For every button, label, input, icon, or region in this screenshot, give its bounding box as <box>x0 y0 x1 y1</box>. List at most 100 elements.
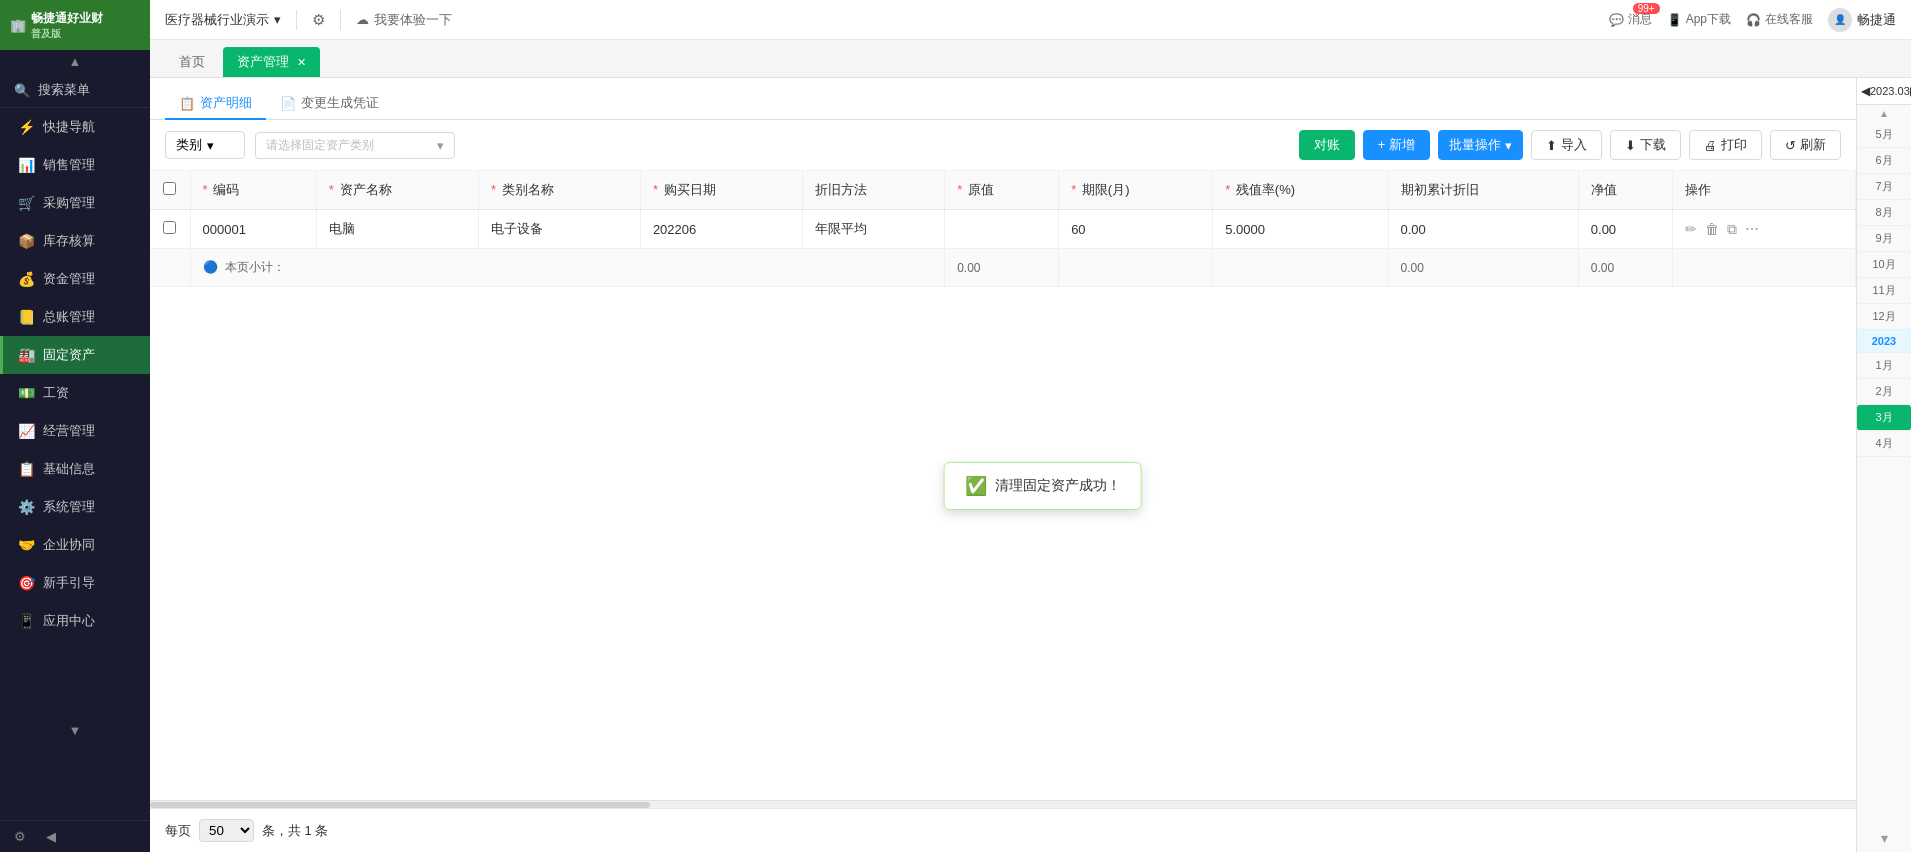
td-category: 电子设备 <box>478 210 640 249</box>
table-scrollbar[interactable] <box>150 800 1856 808</box>
category-filter-label[interactable]: 类别 ▾ <box>165 131 245 159</box>
filter-label: 类别 <box>176 136 202 154</box>
data-table-wrap: * 编码 * 资产名称 * 类别名称 <box>150 171 1856 800</box>
subtab-change-voucher[interactable]: 📄 变更生成凭证 <box>266 88 393 120</box>
row-checkbox[interactable] <box>163 221 176 234</box>
user-name: 畅捷通 <box>1857 11 1896 29</box>
td-net-value: 0.00 <box>1578 210 1672 249</box>
calendar-month-2023-1[interactable]: 1月 <box>1857 353 1911 379</box>
experience-label: 我要体验一下 <box>374 11 452 29</box>
guide-icon: 🎯 <box>17 575 35 591</box>
sidebar-item-system[interactable]: ⚙️ 系统管理 <box>0 488 150 526</box>
sidebar-item-guide[interactable]: 🎯 新手引导 <box>0 564 150 602</box>
sidebar-collapse-icon[interactable]: ◀ <box>46 829 56 844</box>
calendar-down-icon: ▾ <box>1881 830 1888 846</box>
calendar-header-label: 2023.03 <box>1870 85 1910 97</box>
calendar-header: ◀ 2023.03 ▶ <box>1857 78 1911 105</box>
sidebar-scroll-up[interactable]: ▲ <box>0 50 150 73</box>
sidebar-settings-icon[interactable]: ⚙ <box>14 829 26 844</box>
edit-action-icon[interactable]: ✏ <box>1685 221 1697 238</box>
reconcile-button[interactable]: 对账 <box>1299 130 1355 160</box>
sidebar-label-quick-nav: 快捷导航 <box>43 118 95 136</box>
sidebar-bottom: ⚙ ◀ <box>0 820 150 852</box>
th-period-label: 期限(月) <box>1082 182 1130 197</box>
experience-icon: ☁ <box>356 12 369 27</box>
sidebar-item-basic-info[interactable]: 📋 基础信息 <box>0 450 150 488</box>
sidebar-label-basic-info: 基础信息 <box>43 460 95 478</box>
sidebar-item-fixed-assets[interactable]: 🏭 固定资产 <box>0 336 150 374</box>
tab-asset-mgmt[interactable]: 资产管理 ✕ <box>223 47 320 77</box>
delete-action-icon[interactable]: 🗑 <box>1705 221 1719 238</box>
batch-button[interactable]: 批量操作 ▾ <box>1438 130 1523 160</box>
content-main: 📋 资产明细 📄 变更生成凭证 类别 ▾ 请选择固定资产类别 ▾ <box>150 78 1856 852</box>
th-actions-label: 操作 <box>1685 182 1711 197</box>
topbar-settings-icon[interactable]: ⚙ <box>312 11 325 29</box>
td-code: 000001 <box>190 210 316 249</box>
per-page-select[interactable]: 50 10 20 100 <box>199 819 254 842</box>
calendar-bottom[interactable]: ▾ <box>1857 824 1911 852</box>
sidebar-item-ledger[interactable]: 📒 总账管理 <box>0 298 150 336</box>
download-button[interactable]: ⬇ 下载 <box>1610 130 1681 160</box>
th-residual-rate: * 残值率(%) <box>1213 171 1388 210</box>
calendar-month-9[interactable]: 9月 <box>1857 226 1911 252</box>
table-scrollbar-thumb[interactable] <box>150 802 650 808</box>
calendar-month-2023-2[interactable]: 2月 <box>1857 379 1911 405</box>
calendar-month-8[interactable]: 8月 <box>1857 200 1911 226</box>
message-badge: 99+ <box>1633 3 1660 14</box>
ledger-icon: 📒 <box>17 309 35 325</box>
calendar-collapse-icon[interactable]: ◀ <box>1861 84 1870 98</box>
import-button[interactable]: ⬆ 导入 <box>1531 130 1602 160</box>
calendar-year-2023: 2023 <box>1857 330 1911 353</box>
category-select[interactable]: 请选择固定资产类别 ▾ <box>255 132 455 159</box>
app-download-button[interactable]: 📱 App下载 <box>1667 11 1731 28</box>
calendar-month-2023-4[interactable]: 4月 <box>1857 431 1911 457</box>
calendar-month-11[interactable]: 11月 <box>1857 278 1911 304</box>
company-selector[interactable]: 医疗器械行业演示 ▾ <box>165 11 281 29</box>
sidebar-scroll-down[interactable]: ▼ <box>0 719 150 742</box>
message-button[interactable]: 💬 消息 99+ <box>1609 11 1652 28</box>
calendar-month-7[interactable]: 7月 <box>1857 174 1911 200</box>
calendar-month-10[interactable]: 10月 <box>1857 252 1911 278</box>
content-area: 📋 资产明细 📄 变更生成凭证 类别 ▾ 请选择固定资产类别 ▾ <box>150 78 1911 852</box>
basic-info-icon: 📋 <box>17 461 35 477</box>
more-action-icon[interactable]: ⋯ <box>1745 221 1759 238</box>
refresh-icon: ↺ <box>1785 138 1796 153</box>
subtab-asset-detail[interactable]: 📋 资产明细 <box>165 88 266 120</box>
sidebar-item-enterprise[interactable]: 🤝 企业协同 <box>0 526 150 564</box>
logo-sub: 普及版 <box>31 27 103 41</box>
tabbar: 首页 资产管理 ✕ <box>150 40 1911 78</box>
print-button[interactable]: 🖨 打印 <box>1689 130 1762 160</box>
tab-home[interactable]: 首页 <box>165 47 219 77</box>
th-actions: 操作 <box>1673 171 1856 210</box>
sidebar-item-quick-nav[interactable]: ⚡ 快捷导航 <box>0 108 150 146</box>
topbar-divider2 <box>340 10 341 30</box>
calendar-month-6[interactable]: 6月 <box>1857 148 1911 174</box>
sidebar-item-inventory[interactable]: 📦 库存核算 <box>0 222 150 260</box>
select-all-checkbox[interactable] <box>163 182 176 195</box>
td-checkbox <box>150 210 190 249</box>
tab-close-icon[interactable]: ✕ <box>297 56 306 69</box>
avatar: 👤 <box>1828 8 1852 32</box>
th-category: * 类别名称 <box>478 171 640 210</box>
sidebar-item-purchase[interactable]: 🛒 采购管理 <box>0 184 150 222</box>
change-voucher-icon: 📄 <box>280 96 296 111</box>
copy-action-icon[interactable]: ⧉ <box>1727 221 1737 238</box>
new-button[interactable]: + 新增 <box>1363 130 1430 160</box>
online-service-button[interactable]: 🎧 在线客服 <box>1746 11 1813 28</box>
sidebar-item-sales[interactable]: 📊 销售管理 <box>0 146 150 184</box>
calendar-month-12[interactable]: 12月 <box>1857 304 1911 330</box>
sidebar-item-capital[interactable]: 💰 资金管理 <box>0 260 150 298</box>
sidebar-item-payroll[interactable]: 💵 工资 <box>0 374 150 412</box>
print-icon: 🖨 <box>1704 138 1717 153</box>
user-menu[interactable]: 👤 畅捷通 <box>1828 8 1896 32</box>
sidebar-item-app-center[interactable]: 📱 应用中心 <box>0 602 150 640</box>
calendar-month-5[interactable]: 5月 <box>1857 122 1911 148</box>
refresh-button[interactable]: ↺ 刷新 <box>1770 130 1841 160</box>
toast-message: 清理固定资产成功！ <box>995 477 1121 495</box>
experience-button[interactable]: ☁ 我要体验一下 <box>356 11 452 29</box>
search-menu-button[interactable]: 🔍 搜索菜单 <box>0 73 150 108</box>
sidebar-item-operations[interactable]: 📈 经营管理 <box>0 412 150 450</box>
calendar-scroll-up-btn[interactable]: ▲ <box>1857 105 1911 122</box>
calendar-month-2023-3[interactable]: 3月 <box>1857 405 1911 431</box>
logo-name: 畅捷通好业财 <box>31 10 103 27</box>
